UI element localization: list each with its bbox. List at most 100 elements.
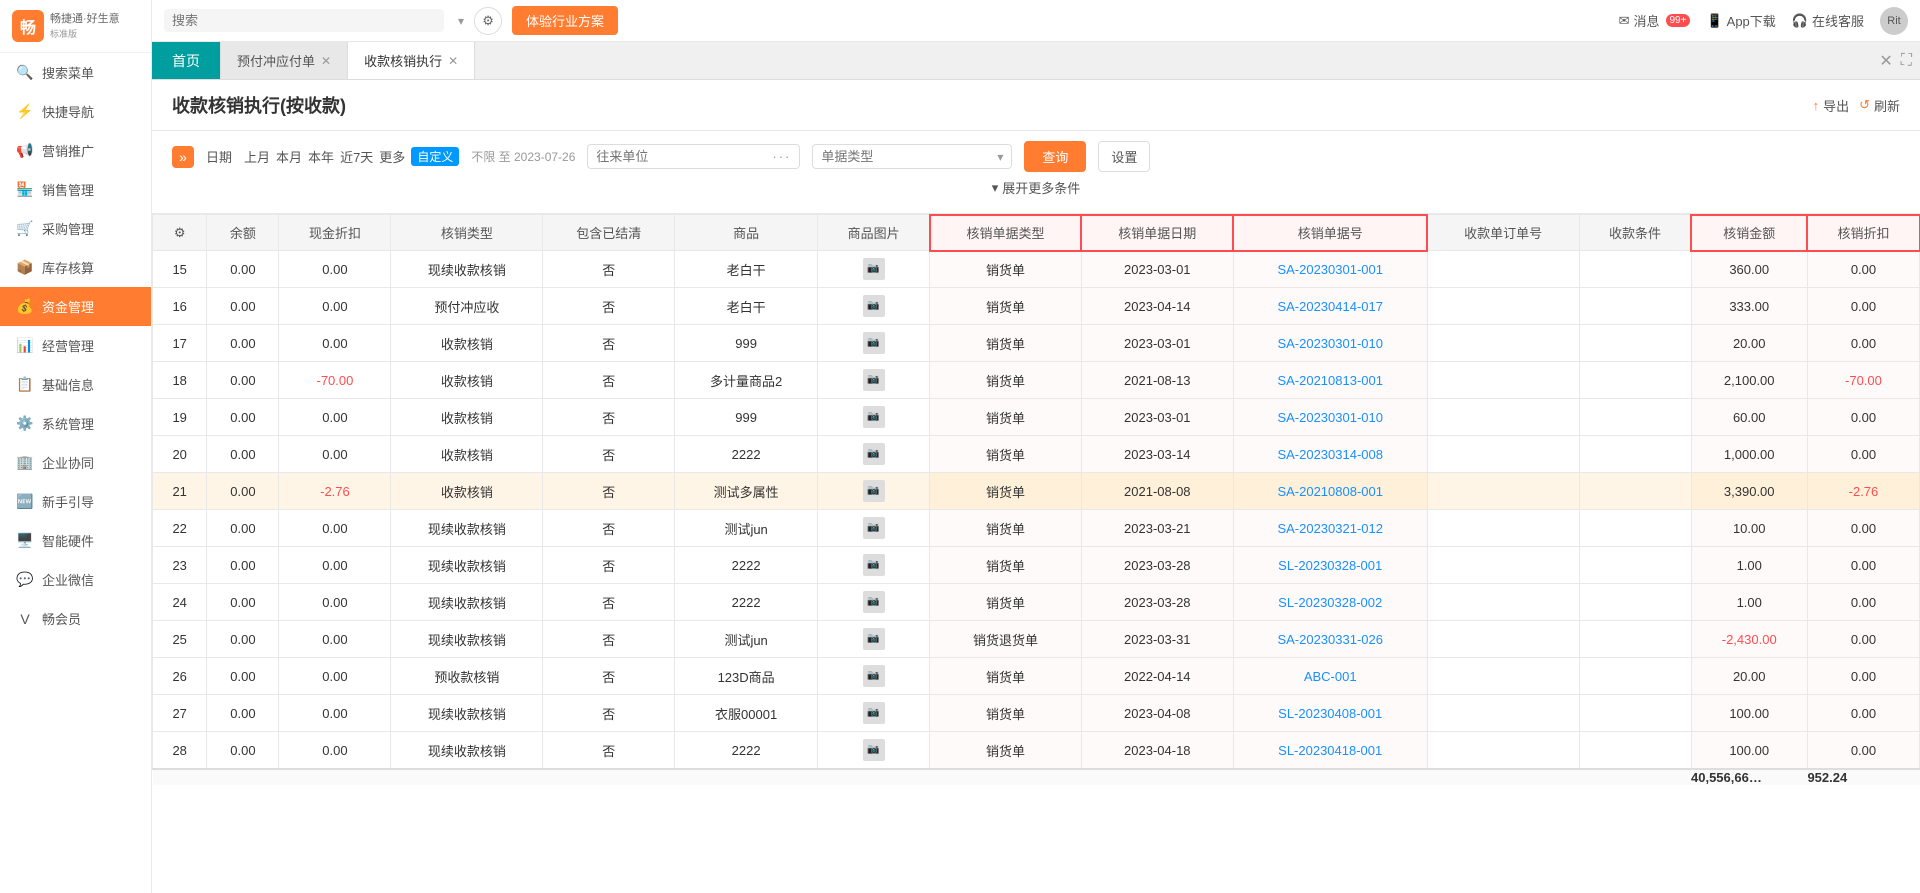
verify-bill-no[interactable]: SA-20230414-017	[1233, 288, 1427, 325]
bill-no-link[interactable]: SA-20230414-017	[1277, 299, 1383, 314]
filter-custom-date[interactable]: 自定义	[411, 147, 459, 166]
tab-advance[interactable]: 预付冲应付单 ✕	[221, 42, 348, 79]
receipt-order-no	[1427, 695, 1579, 732]
bill-no-link[interactable]: SA-20230301-010	[1277, 336, 1383, 351]
bill-no-link[interactable]: SL-20230408-001	[1278, 706, 1382, 721]
tab-home[interactable]: 首页	[152, 42, 221, 79]
verify-bill-no[interactable]: SA-20230314-008	[1233, 436, 1427, 473]
table-row: 210.00-2.76收款核销否测试多属性📷销货单2021-08-08SA-20…	[153, 473, 1920, 510]
product-img: 📷	[818, 621, 930, 658]
verify-discount: 0.00	[1807, 695, 1919, 732]
verify-bill-no[interactable]: SL-20230418-001	[1233, 732, 1427, 770]
topbar-solution-btn[interactable]: 体验行业方案	[512, 6, 618, 35]
verify-bill-type: 销货单	[930, 288, 1082, 325]
topbar-service-item[interactable]: 🎧 在线客服	[1792, 11, 1864, 30]
bill-no-link[interactable]: SA-20230331-026	[1277, 632, 1383, 647]
bill-no-link[interactable]: SL-20230328-002	[1278, 595, 1382, 610]
filter-counterparty-wrap[interactable]: ···	[587, 144, 800, 169]
verify-type: 收款核销	[391, 325, 543, 362]
verify-bill-no[interactable]: SA-20230301-010	[1233, 399, 1427, 436]
verify-bill-no[interactable]: SA-20210808-001	[1233, 473, 1427, 510]
topbar-app-item[interactable]: 📱 App下载	[1706, 11, 1775, 30]
tab-close-advance[interactable]: ✕	[321, 54, 331, 68]
verify-bill-no[interactable]: ABC-001	[1233, 658, 1427, 695]
export-btn[interactable]: ↑ 导出	[1813, 96, 1850, 115]
filter-last-month[interactable]: 上月	[244, 147, 270, 166]
filter-7-days[interactable]: 近7天	[340, 147, 373, 166]
bill-no-link[interactable]: SL-20230418-001	[1278, 743, 1382, 758]
col-header-verify_discount: 核销折扣	[1807, 215, 1919, 251]
topbar-gear-btn[interactable]: ⚙	[474, 7, 502, 35]
sidebar-item-member[interactable]: V 畅会员	[0, 599, 151, 638]
product-img-thumb: 📷	[863, 665, 885, 687]
sidebar-item-inventory[interactable]: 📦 库存核算	[0, 248, 151, 287]
tab-close-btn[interactable]: ✕	[1879, 51, 1892, 71]
filter-counterparty-input[interactable]	[596, 149, 772, 164]
sidebar-item-basic[interactable]: 📋 基础信息	[0, 365, 151, 404]
receipt-order-no	[1427, 658, 1579, 695]
filter-settings-btn[interactable]: 设置	[1098, 141, 1150, 172]
filter-this-month[interactable]: 本月	[276, 147, 302, 166]
bill-no-link[interactable]: SA-20210808-001	[1277, 484, 1383, 499]
bill-no-link[interactable]: ABC-001	[1304, 669, 1357, 684]
sidebar-item-marketing[interactable]: 📢 营销推广	[0, 131, 151, 170]
product-img-thumb: 📷	[863, 739, 885, 761]
verify-type: 收款核销	[391, 362, 543, 399]
filter-this-year[interactable]: 本年	[308, 147, 334, 166]
filter-more-dates[interactable]: 更多	[379, 147, 405, 166]
topbar-chevron-icon[interactable]: ▾	[458, 14, 464, 28]
tab-receipt[interactable]: 收款核销执行 ✕	[348, 42, 475, 79]
search-icon: 🔍	[16, 64, 34, 82]
sidebar-item-guide[interactable]: 🆕 新手引导	[0, 482, 151, 521]
col-header-product: 商品	[675, 215, 818, 251]
filter-bill-type-wrap[interactable]: ▾	[812, 144, 1012, 169]
bill-no-link[interactable]: SA-20210813-001	[1277, 373, 1383, 388]
table-row: 280.000.00现续收款核销否2222📷销货单2023-04-18SL-20…	[153, 732, 1920, 770]
verify-bill-no[interactable]: SL-20230328-002	[1233, 584, 1427, 621]
verify-bill-type: 销货单	[930, 584, 1082, 621]
sidebar-item-finance[interactable]: 💰 资金管理	[0, 287, 151, 326]
refresh-btn[interactable]: ↺ 刷新	[1859, 96, 1900, 115]
verify-bill-no[interactable]: SA-20230301-010	[1233, 325, 1427, 362]
bill-no-link[interactable]: SA-20230301-001	[1277, 262, 1383, 277]
bill-no-link[interactable]: SA-20230301-010	[1277, 410, 1383, 425]
bill-no-link[interactable]: SA-20230321-012	[1277, 521, 1383, 536]
verify-bill-date: 2023-03-28	[1081, 584, 1233, 621]
topbar-msg-item[interactable]: ✉ 消息 99+	[1619, 11, 1691, 30]
verify-bill-no[interactable]: SL-20230328-001	[1233, 547, 1427, 584]
bill-no-link[interactable]: SA-20230314-008	[1277, 447, 1383, 462]
sidebar-item-sales[interactable]: 🏪 销售管理	[0, 170, 151, 209]
cash-discount: 0.00	[279, 695, 391, 732]
verify-bill-no[interactable]: SA-20210813-001	[1233, 362, 1427, 399]
topbar-search-input[interactable]	[172, 13, 436, 28]
sidebar-item-enterprise[interactable]: 🏢 企业协同	[0, 443, 151, 482]
filter-counterparty-dots[interactable]: ···	[772, 149, 791, 164]
verify-type: 预收款核销	[391, 658, 543, 695]
filter-expand-btn[interactable]: »	[172, 146, 194, 168]
tab-expand-btn[interactable]: ⛶	[1901, 52, 1912, 70]
verify-bill-no[interactable]: SA-20230331-026	[1233, 621, 1427, 658]
bill-no-link[interactable]: SL-20230328-001	[1278, 558, 1382, 573]
sidebar-item-search[interactable]: 🔍 搜索菜单	[0, 53, 151, 92]
verify-bill-no[interactable]: SA-20230301-001	[1233, 251, 1427, 288]
sidebar-item-shortcut[interactable]: ⚡ 快捷导航	[0, 92, 151, 131]
sidebar-item-system[interactable]: ⚙️ 系统管理	[0, 404, 151, 443]
sidebar-item-hardware[interactable]: 🖥️ 智能硬件	[0, 521, 151, 560]
sidebar-item-purchase[interactable]: 🛒 采购管理	[0, 209, 151, 248]
main-area: ▾ ⚙ 体验行业方案 ✉ 消息 99+ 📱 App下载 🎧 在线客服 Rit 首…	[152, 0, 1920, 893]
sidebar-label-hardware: 智能硬件	[42, 531, 94, 550]
filter-bill-type-input[interactable]	[821, 149, 997, 164]
verify-bill-no[interactable]: SL-20230408-001	[1233, 695, 1427, 732]
filter-bill-type-chevron[interactable]: ▾	[997, 150, 1003, 164]
tab-close-receipt[interactable]: ✕	[448, 54, 458, 68]
receipt-order-no	[1427, 510, 1579, 547]
topbar-user-avatar[interactable]: Rit	[1880, 7, 1908, 35]
sidebar-item-wechat[interactable]: 💬 企业微信	[0, 560, 151, 599]
filter-expand-more-btn[interactable]: ▾ 展开更多条件	[992, 178, 1081, 197]
row-no: 16	[153, 288, 207, 325]
sidebar-item-operation[interactable]: 📊 经营管理	[0, 326, 151, 365]
balance: 0.00	[207, 547, 279, 584]
filter-query-btn[interactable]: 查询	[1024, 141, 1086, 172]
verify-bill-no[interactable]: SA-20230321-012	[1233, 510, 1427, 547]
topbar-search-wrap[interactable]	[164, 9, 444, 32]
